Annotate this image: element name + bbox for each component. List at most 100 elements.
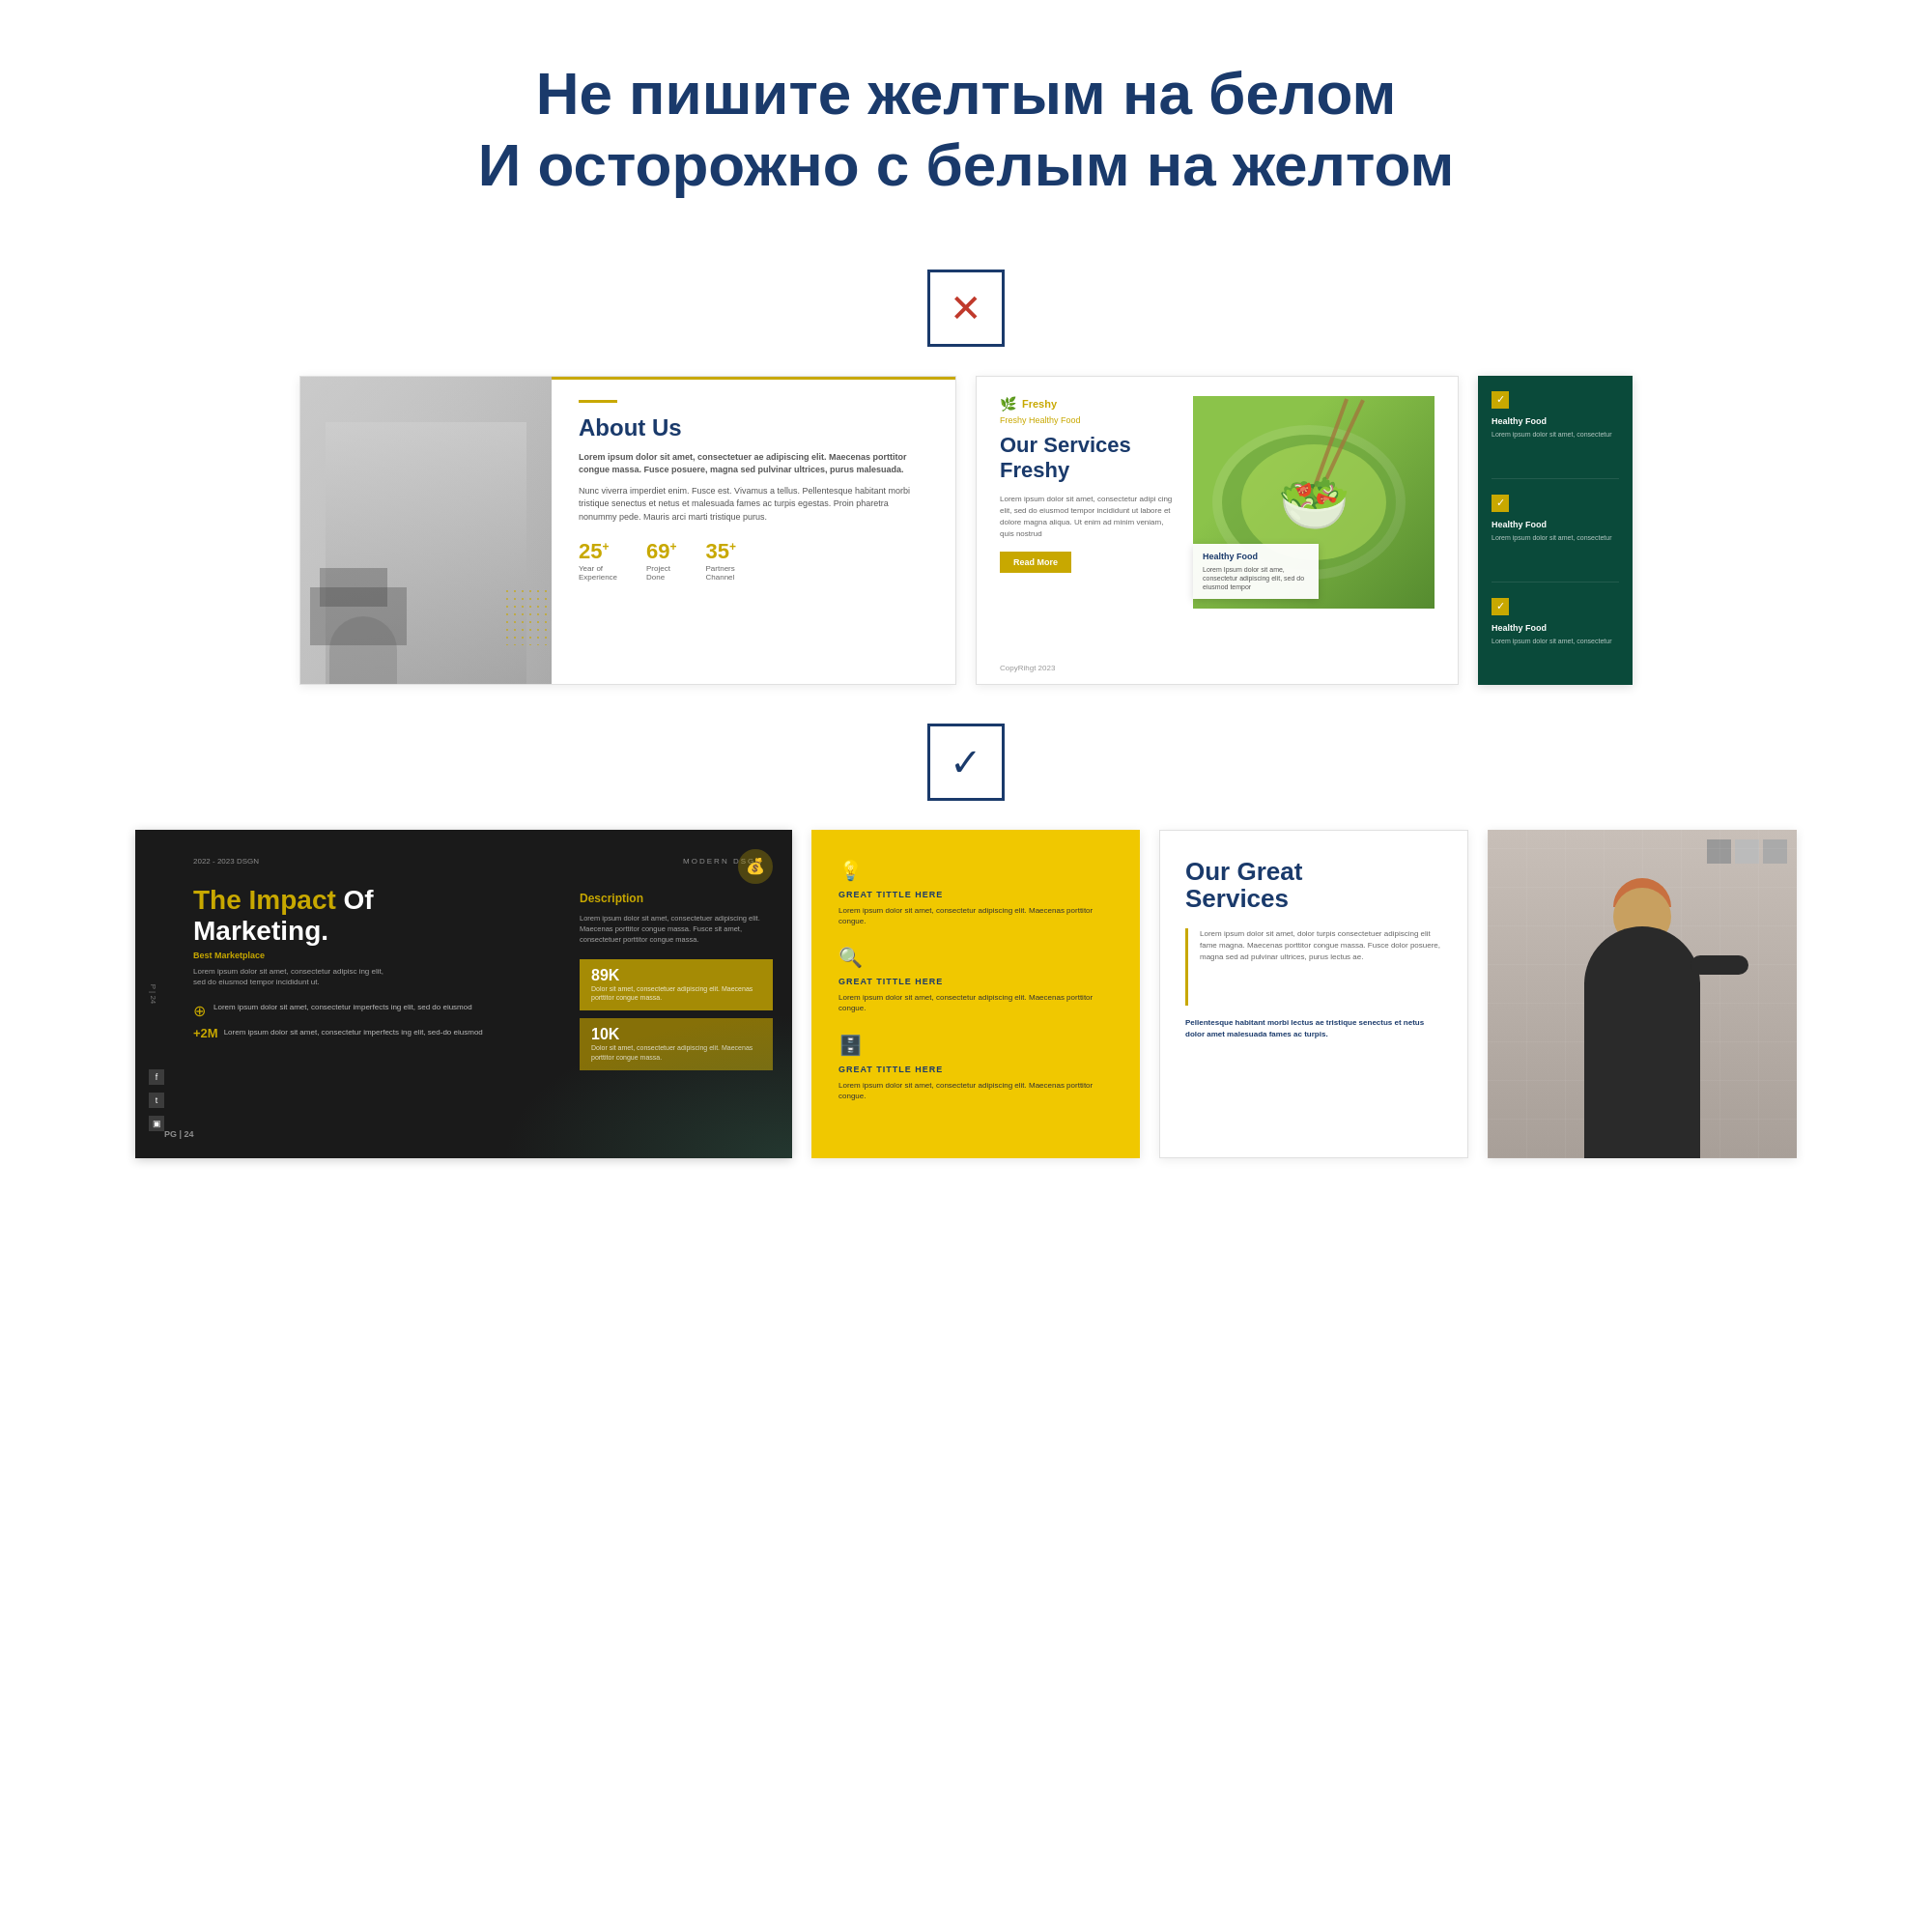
slide-marketing: P | 24 f t ▣ 2022 - 2023 DSGN MODERN DSG…	[135, 830, 792, 1158]
feature-2m-label: +2M	[193, 1026, 218, 1040]
x-icon-container: ✕	[0, 270, 1932, 347]
person-image	[1488, 830, 1797, 1158]
slide-photo	[1488, 830, 1797, 1158]
social-icons: f t ▣	[149, 1069, 164, 1131]
dark-service-desc-2: Lorem ipsum dolor sit amet, consectetur	[1492, 533, 1619, 543]
yellow-service-icon-2: 🔍	[838, 946, 1113, 969]
stat-exp-label: Year ofExperience	[579, 564, 617, 582]
marketing-year: 2022 - 2023 DSGN	[193, 857, 259, 866]
stat-10k-value: 10K	[591, 1026, 761, 1043]
dark-service-1: ✓ Healthy Food Lorem ipsum dolor sit ame…	[1492, 391, 1619, 463]
person-body	[1584, 926, 1700, 1158]
stat-experience: 25+ Year ofExperience	[579, 539, 617, 582]
check-icon-container: ✓	[0, 724, 1932, 801]
feature-1-text: Lorem ipsum dolor sit amet, consectetur …	[213, 1002, 472, 1012]
yellow-service-desc-3: Lorem ipsum dolor sit amet, consectetur …	[838, 1080, 1113, 1101]
great-yellow-line	[1185, 928, 1188, 1006]
stat-bar-89k: 89K Dolor sit amet, consectetuer adipisc…	[580, 959, 773, 1011]
yellow-service-desc-2: Lorem ipsum dolor sit amet, consectetur …	[838, 992, 1113, 1013]
about-stats: 25+ Year ofExperience 69+ ProjectDone 35…	[579, 539, 928, 582]
freshy-content: 🌿 Freshy Freshy Healthy Food Our Service…	[1000, 396, 1193, 609]
great-desc-1: Lorem ipsum dolor sit amet, dolor turpis…	[1200, 928, 1442, 963]
freshy-main-title: Our Services Freshy	[1000, 433, 1183, 484]
freshy-leaf-icon: 🌿	[1000, 396, 1016, 412]
dark-service-desc-3: Lorem ipsum dolor sit amet, consectetur	[1492, 637, 1619, 646]
freshy-image-area: Healthy Food Lorem Ipsum dolor sit ame, …	[1193, 396, 1435, 609]
marketing-highlight: The Impact	[193, 885, 336, 915]
stat-part-num: 35+	[706, 539, 737, 564]
about-title: About Us	[579, 414, 928, 441]
freshy-subtitle: Freshy Healthy Food	[1000, 415, 1183, 425]
yellow-service-2: 🔍 GREAT TITTLE HERE Lorem ipsum dolor si…	[838, 946, 1113, 1013]
yellow-service-icon-1: 💡	[838, 859, 1113, 882]
dark-service-title-2: Healthy Food	[1492, 520, 1619, 529]
freshy-brand-name: Freshy	[1022, 398, 1057, 410]
great-desc-bold: Pellentesque habitant morbi lectus ae tr…	[1185, 1017, 1442, 1040]
coin-icon: 💰	[738, 849, 773, 884]
slides-row-1: About Us Lorem ipsum dolor sit amet, con…	[0, 366, 1932, 695]
header: Не пишите желтым на белом И осторожно с …	[0, 0, 1932, 241]
dark-service-title-3: Healthy Food	[1492, 623, 1619, 633]
stat-proj-label: ProjectDone	[646, 564, 677, 582]
freshy-desc: Lorem ipsum dolor sit amet, consectetur …	[1000, 494, 1174, 540]
marketing-icon-area: 💰	[580, 849, 773, 884]
slide-dark-services: ✓ Healthy Food Lorem ipsum dolor sit ame…	[1478, 376, 1633, 685]
dark-service-desc-1: Lorem ipsum dolor sit amet, consectetur	[1492, 430, 1619, 440]
freshy-copyright: CopyRihgt 2023	[1000, 664, 1055, 672]
x-icon-box: ✕	[927, 270, 1005, 347]
header-line2: И осторожно с белым на желтом	[478, 131, 1455, 198]
layers-icon: ⊕	[193, 1002, 206, 1020]
stat-bar-10k: 10K Dolor sit amet, consectetuer adipisc…	[580, 1018, 773, 1070]
yellow-service-desc-1: Lorem ipsum dolor sit amet, consectetur …	[838, 905, 1113, 926]
slide-yellow-services: 💡 GREAT TITTLE HERE Lorem ipsum dolor si…	[811, 830, 1140, 1158]
dark-service-2: ✓ Healthy Food Lorem ipsum dolor sit ame…	[1492, 495, 1619, 566]
dots-decoration	[503, 587, 552, 645]
yellow-service-icon-3: 🗄️	[838, 1034, 1113, 1057]
freshy-brand: 🌿 Freshy	[1000, 396, 1183, 412]
yellow-service-3: 🗄️ GREAT TITTLE HERE Lorem ipsum dolor s…	[838, 1034, 1113, 1101]
great-services-content: Lorem ipsum dolor sit amet, dolor turpis…	[1185, 928, 1442, 1006]
read-more-button[interactable]: Read More	[1000, 552, 1071, 573]
dark-service-title-1: Healthy Food	[1492, 416, 1619, 426]
yellow-service-title-2: GREAT TITTLE HERE	[838, 977, 1113, 986]
page-indicator: P | 24	[149, 983, 157, 1004]
pg-label: PG | 24	[164, 1129, 194, 1139]
service-check-2: ✓	[1492, 495, 1509, 512]
healthy-food-card: Healthy Food Lorem Ipsum dolor sit ame, …	[1193, 544, 1319, 599]
twitter-icon: t	[149, 1093, 164, 1108]
instagram-icon: ▣	[149, 1116, 164, 1131]
service-check-3: ✓	[1492, 598, 1509, 615]
healthy-card-title: Healthy Food	[1203, 552, 1309, 561]
healthy-card-desc: Lorem Ipsum dolor sit ame, consectetur a…	[1203, 565, 1309, 591]
service-check-1: ✓	[1492, 391, 1509, 409]
feature-2-text: Lorem ipsum dolor sit amet, consectetur …	[224, 1027, 483, 1037]
stat-exp-num: 25+	[579, 539, 617, 564]
slides-row-2: P | 24 f t ▣ 2022 - 2023 DSGN MODERN DSG…	[0, 820, 1932, 1168]
about-top-bar	[552, 377, 955, 380]
person-arm	[1690, 955, 1748, 975]
about-para2: Nunc viverra imperdiet enim. Fusce est. …	[579, 485, 928, 525]
slide-about: About Us Lorem ipsum dolor sit amet, con…	[299, 376, 956, 685]
slide-freshy: 🌿 Freshy Freshy Healthy Food Our Service…	[976, 376, 1459, 685]
slide-great-services: Our Great Services Lorem ipsum dolor sit…	[1159, 830, 1468, 1158]
divider-1	[1492, 478, 1619, 479]
about-content: About Us Lorem ipsum dolor sit amet, con…	[552, 377, 955, 684]
stat-89k-text: Dolor sit amet, consectetuer adipiscing …	[591, 984, 761, 1004]
yellow-service-title-1: GREAT TITTLE HERE	[838, 890, 1113, 899]
person-figure-wrap	[1584, 926, 1700, 1158]
yellow-service-title-3: GREAT TITTLE HERE	[838, 1065, 1113, 1074]
header-title: Не пишите желтым на белом И осторожно с …	[19, 58, 1913, 202]
about-yellow-line	[579, 400, 617, 403]
description-title: Description	[580, 892, 773, 905]
about-image-area	[300, 377, 552, 684]
marketing-right-content: 💰 Description Lorem ipsum dolor sit amet…	[580, 849, 773, 1078]
stat-proj-num: 69+	[646, 539, 677, 564]
stat-89k-value: 89K	[591, 967, 761, 984]
stat-partners: 35+ PartnersChannel	[706, 539, 737, 582]
yellow-service-1: 💡 GREAT TITTLE HERE Lorem ipsum dolor si…	[838, 859, 1113, 926]
great-services-title: Our Great Services	[1185, 858, 1442, 913]
check-symbol: ✓	[950, 740, 982, 784]
facebook-icon: f	[149, 1069, 164, 1085]
stat-project: 69+ ProjectDone	[646, 539, 677, 582]
marketing-body: Lorem ipsum dolor sit amet, consectetur …	[193, 966, 386, 987]
